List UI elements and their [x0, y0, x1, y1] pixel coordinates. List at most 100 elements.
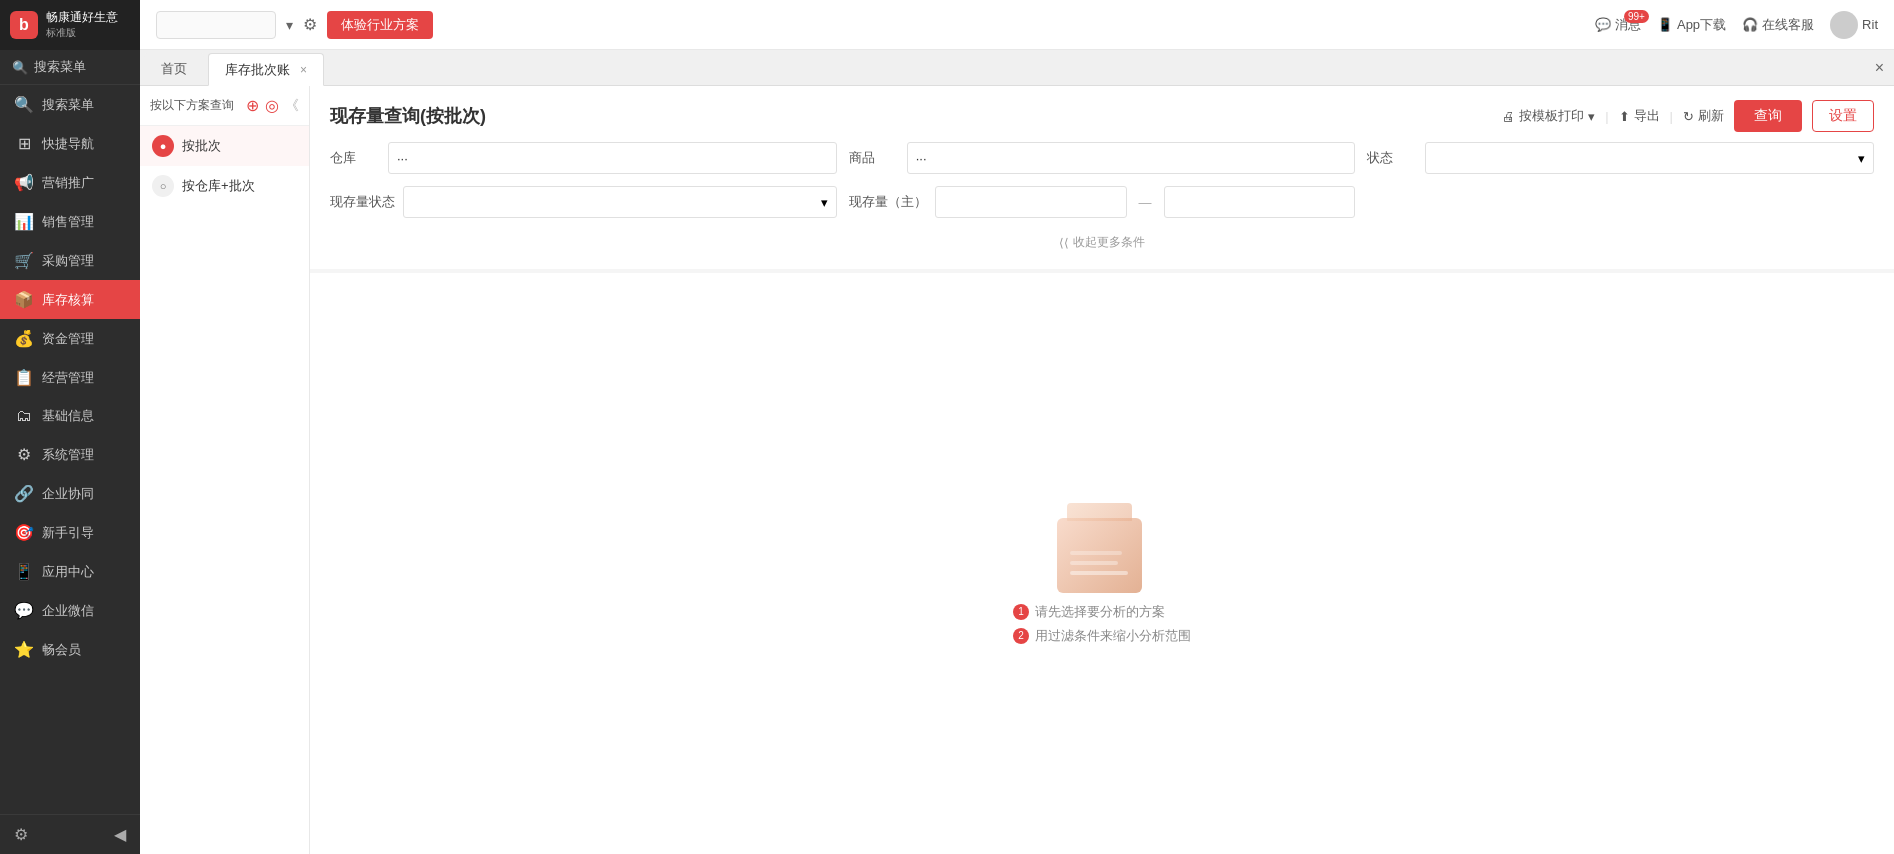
refresh-btn[interactable]: ↻ 刷新 [1683, 107, 1724, 125]
query-btn[interactable]: 查询 [1734, 100, 1802, 132]
refresh-icon: ↻ [1683, 109, 1694, 124]
tip-num-2: 2 [1013, 628, 1029, 644]
sidebar-item-operation[interactable]: 📋 经营管理 [0, 358, 140, 397]
sidebar-item-marketing[interactable]: 📢 营销推广 [0, 163, 140, 202]
sidebar-item-enterprise[interactable]: 🔗 企业协同 [0, 474, 140, 513]
sidebar-item-sales[interactable]: 📊 销售管理 [0, 202, 140, 241]
filter-area: 现存量查询(按批次) 🖨 按模板打印 ▾ | ⬆ 导出 | [310, 86, 1894, 269]
status-select[interactable]: ▾ [1425, 142, 1874, 174]
stock-status-select[interactable]: ▾ [403, 186, 837, 218]
app-icon: 📱 [1657, 17, 1673, 32]
topbar-gear-btn[interactable]: ⚙ [303, 15, 317, 34]
company-name: 畅康通好生意 [46, 10, 118, 26]
topbar-search-input[interactable] [156, 11, 276, 39]
sidebar-item-finance[interactable]: 💰 资金管理 [0, 319, 140, 358]
topbar-dropdown-btn[interactable]: ▾ [286, 17, 293, 33]
trial-industry-btn[interactable]: 体验行业方案 [327, 11, 433, 39]
settings-icon[interactable]: ⚙ [14, 825, 28, 844]
product-input-dots: ··· [916, 151, 927, 166]
empty-line-2 [1070, 561, 1118, 565]
operation-nav-icon: 📋 [14, 368, 34, 387]
finance-nav-icon: 💰 [14, 329, 34, 348]
enterprise-nav-label: 企业协同 [42, 485, 94, 503]
refresh-label: 刷新 [1698, 107, 1724, 125]
sidebar-item-search[interactable]: 🔍 搜索菜单 [0, 85, 140, 124]
stock-status-label: 现存量状态 [330, 193, 395, 211]
scheme-collapse-btn[interactable]: 《 [285, 97, 299, 115]
sidebar-item-inventory[interactable]: 📦 库存核算 [0, 280, 140, 319]
shortcut-nav-label: 快捷导航 [42, 135, 94, 153]
scheme-settings-btn[interactable]: ◎ [265, 96, 279, 115]
stock-qty-min-input[interactable] [935, 186, 1127, 218]
tab-batch-account-label: 库存批次账 [225, 61, 290, 79]
print-label: 按模板打印 [1519, 107, 1584, 125]
stock-status-dropdown-icon: ▾ [821, 195, 828, 210]
empty-tip-2: 2 用过滤条件来缩小分析范围 [1013, 627, 1191, 645]
scheme-item-by-warehouse-batch[interactable]: ○ 按仓库+批次 [140, 166, 309, 206]
shortcut-nav-icon: ⊞ [14, 134, 34, 153]
sidebar-item-member[interactable]: ⭐ 畅会员 [0, 630, 140, 669]
sidebar-item-shortcut[interactable]: ⊞ 快捷导航 [0, 124, 140, 163]
user-avatar-item[interactable]: Rit [1830, 11, 1878, 39]
tab-home-label: 首页 [161, 60, 187, 78]
search-nav-icon: 🔍 [14, 95, 34, 114]
sidebar-item-purchase[interactable]: 🛒 采购管理 [0, 241, 140, 280]
search-menu-label: 搜索菜单 [34, 58, 86, 76]
print-template-btn[interactable]: 🖨 按模板打印 ▾ [1502, 107, 1595, 125]
sidebar-item-appstore[interactable]: 📱 应用中心 [0, 552, 140, 591]
sidebar-item-wechat[interactable]: 💬 企业微信 [0, 591, 140, 630]
member-nav-icon: ⭐ [14, 640, 34, 659]
export-icon: ⬆ [1619, 109, 1630, 124]
inventory-nav-label: 库存核算 [42, 291, 94, 309]
stock-qty-label: 现存量（主） [849, 193, 927, 211]
scheme-item-by-batch[interactable]: ● 按批次 [140, 126, 309, 166]
sidebar-collapse-icon[interactable]: ◀ [114, 825, 126, 844]
filter-row-1: 仓库 ··· 商品 ··· 状态 [330, 142, 1874, 174]
newbie-nav-label: 新手引导 [42, 524, 94, 542]
warehouse-input[interactable]: ··· [388, 142, 837, 174]
filter-row-2: 现存量状态 ▾ 现存量（主） — [330, 186, 1874, 218]
product-label: 商品 [849, 149, 899, 167]
enterprise-nav-icon: 🔗 [14, 484, 34, 503]
tab-home[interactable]: 首页 [144, 53, 204, 85]
scheme-panel-header: 按以下方案查询 ⊕ ◎ 《 [140, 86, 309, 126]
collapse-more-btn[interactable]: ⟨⟨ 收起更多条件 [330, 230, 1874, 255]
scheme-list: ● 按批次 ○ 按仓库+批次 [140, 126, 309, 854]
action-divider-1: | [1605, 109, 1608, 124]
empty-line-1 [1070, 571, 1128, 575]
system-nav-label: 系统管理 [42, 446, 94, 464]
empty-tip-1: 1 请先选择要分析的方案 [1013, 603, 1191, 621]
empty-state: 1 请先选择要分析的方案 2 用过滤条件来缩小分析范围 [1013, 483, 1191, 645]
filter-settings-btn[interactable]: 设置 [1812, 100, 1874, 132]
warehouse-label: 仓库 [330, 149, 380, 167]
page-title-row: 现存量查询(按批次) 🖨 按模板打印 ▾ | ⬆ 导出 | [330, 100, 1874, 132]
sidebar-bottom: ⚙ ◀ [0, 814, 140, 854]
export-btn[interactable]: ⬆ 导出 [1619, 107, 1660, 125]
tab-close-icon[interactable]: × [300, 63, 307, 77]
sidebar-item-newbie[interactable]: 🎯 新手引导 [0, 513, 140, 552]
collapse-arrow-icon: ⟨⟨ [1059, 236, 1069, 250]
search-menu-item[interactable]: 🔍 搜索菜单 [0, 50, 140, 85]
product-input[interactable]: ··· [907, 142, 1356, 174]
empty-illustration [1042, 483, 1162, 593]
message-item[interactable]: 💬 消息 99+ [1595, 16, 1641, 34]
app-download-item[interactable]: 📱 App下载 [1657, 16, 1726, 34]
panel-close-btn[interactable]: × [1875, 59, 1884, 77]
tab-batch-account[interactable]: 库存批次账 × [208, 53, 324, 86]
page-title: 现存量查询(按批次) [330, 104, 486, 128]
scheme-panel: 按以下方案查询 ⊕ ◎ 《 ● 按批次 ○ 按仓库+批次 [140, 86, 310, 854]
status-dropdown-icon: ▾ [1858, 151, 1865, 166]
scheme-add-btn[interactable]: ⊕ [246, 96, 259, 115]
tip-text-2: 用过滤条件来缩小分析范围 [1035, 627, 1191, 645]
stock-qty-max-input[interactable] [1164, 186, 1356, 218]
filter-group-warehouse: 仓库 ··· [330, 142, 837, 174]
sidebar-item-system[interactable]: ⚙ 系统管理 [0, 435, 140, 474]
service-item[interactable]: 🎧 在线客服 [1742, 16, 1814, 34]
scheme-item-by-batch-label: 按批次 [182, 137, 221, 155]
sidebar-title-block: 畅康通好生意 标准版 [46, 10, 118, 40]
filter-group-product: 商品 ··· [849, 142, 1356, 174]
filter-group-status: 状态 ▾ [1367, 142, 1874, 174]
sidebar-item-basic[interactable]: 🗂 基础信息 [0, 397, 140, 435]
basic-nav-label: 基础信息 [42, 407, 94, 425]
right-panel: 现存量查询(按批次) 🖨 按模板打印 ▾ | ⬆ 导出 | [310, 86, 1894, 854]
